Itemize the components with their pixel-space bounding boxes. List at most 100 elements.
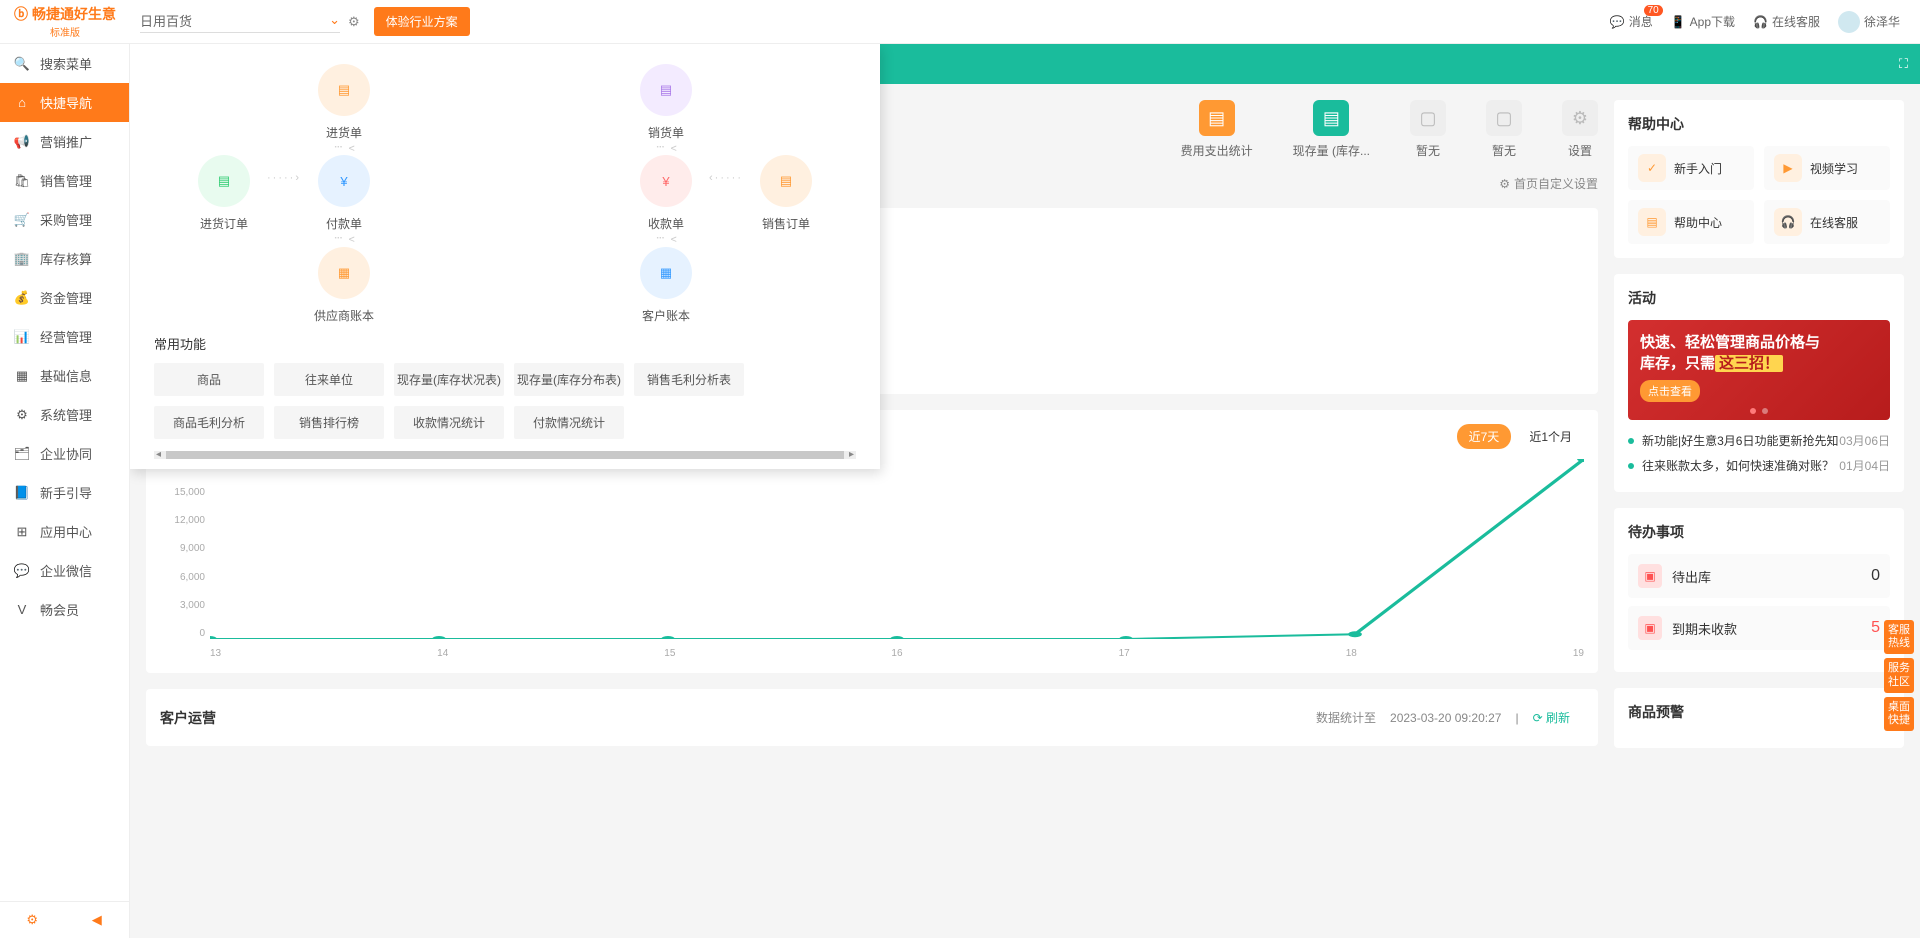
topicon-expense[interactable]: ▤费用支出统计 xyxy=(1181,100,1253,159)
float-shortcut-button[interactable]: 桌面快捷 xyxy=(1884,697,1914,731)
refresh-icon: ⟳ xyxy=(1533,711,1543,725)
guide-icon: 📘 xyxy=(14,485,30,501)
sales-icon: 🛍 xyxy=(14,173,30,189)
common-fn-4[interactable]: 销售毛利分析表 xyxy=(634,363,744,396)
sidebar-item-collab[interactable]: 🗂企业协同 xyxy=(0,434,129,473)
topicon-settings[interactable]: ⚙设置 xyxy=(1562,100,1598,159)
todo-item-0[interactable]: ▣待出库0 xyxy=(1628,554,1890,598)
refresh-button[interactable]: ⟳ 刷新 xyxy=(1533,709,1570,726)
gear-icon: ⚙ xyxy=(26,912,38,927)
arrow-down-icon: ⁝˅ xyxy=(332,232,357,246)
fullscreen-icon[interactable]: ⛶ xyxy=(1899,56,1908,72)
try-industry-button[interactable]: 体验行业方案 xyxy=(374,7,470,36)
user-menu[interactable]: 徐泽华 xyxy=(1838,11,1900,33)
topbar: ⓑ畅捷通好生意 标准版 日用百货 ⌄ ⚙ 体验行业方案 💬消息 70 📱App下… xyxy=(0,0,1920,44)
gear-icon[interactable]: ⚙ xyxy=(348,14,360,30)
doc-icon: ▤ xyxy=(318,64,370,116)
flow-supplier-ledger[interactable]: ▦供应商账本 xyxy=(304,247,384,324)
bullet-icon xyxy=(1628,438,1634,444)
common-fn-6[interactable]: 销售排行榜 xyxy=(274,406,384,439)
chart-tab-1m[interactable]: 近1个月 xyxy=(1517,424,1584,449)
help-item-1[interactable]: ▶视频学习 xyxy=(1764,146,1890,190)
arrow-down-icon: ⁝˅ xyxy=(332,141,357,155)
common-fn-1[interactable]: 往来单位 xyxy=(274,363,384,396)
money-icon: ¥ xyxy=(318,155,370,207)
sidebar-item-operation[interactable]: 📊经营管理 xyxy=(0,317,129,356)
topicon-empty1[interactable]: ▢暂无 xyxy=(1410,100,1446,159)
sidebar-item-quicknav[interactable]: ⌂快捷导航 xyxy=(0,83,129,122)
member-icon: V xyxy=(14,602,30,618)
sidebar-item-basic[interactable]: ▦基础信息 xyxy=(0,356,129,395)
help-item-0[interactable]: ✓新手入门 xyxy=(1628,146,1754,190)
expense-icon: ▤ xyxy=(1199,100,1235,136)
sidebar-item-sales[interactable]: 🛍销售管理 xyxy=(0,161,129,200)
logo: ⓑ畅捷通好生意 标准版 xyxy=(0,4,130,39)
flow-sales-order[interactable]: ▤销售订单 xyxy=(746,155,826,232)
topicon-stock[interactable]: ▤现存量 (库存... xyxy=(1293,100,1370,159)
common-fn-8[interactable]: 付款情况统计 xyxy=(514,406,624,439)
help-icon: ▤ xyxy=(1638,208,1666,236)
sidebar-item-funds[interactable]: 💰资金管理 xyxy=(0,278,129,317)
sidebar-collapse-button[interactable]: ◀ xyxy=(65,902,130,938)
common-fn-3[interactable]: 现存量(库存分布表) xyxy=(514,363,624,396)
common-fn-0[interactable]: 商品 xyxy=(154,363,264,396)
todo-icon: ▣ xyxy=(1638,616,1662,640)
promo-cta-button[interactable]: 点击查看 xyxy=(1640,380,1700,402)
help-item-2[interactable]: ▤帮助中心 xyxy=(1628,200,1754,244)
online-service-button[interactable]: 🎧在线客服 xyxy=(1753,13,1820,30)
sidebar: 🔍搜索菜单⌂快捷导航📢营销推广🛍销售管理🛒采购管理🏢库存核算💰资金管理📊经营管理… xyxy=(0,44,130,938)
common-fn-2[interactable]: 现存量(库存状况表) xyxy=(394,363,504,396)
customize-homepage-link[interactable]: ⚙首页自定义设置 xyxy=(1499,175,1598,192)
common-functions-title: 常用功能 xyxy=(154,334,856,353)
news-item-0[interactable]: 新功能|好生意3月6日功能更新抢先知03月06日 xyxy=(1628,428,1890,453)
sidebar-item-system[interactable]: ⚙系统管理 xyxy=(0,395,129,434)
help-icon: ▶ xyxy=(1774,154,1802,182)
x-axis-ticks: 13141516171819 xyxy=(210,648,1584,659)
scroll-right-icon[interactable]: ▸ xyxy=(849,449,854,460)
sidebar-item-wecom[interactable]: 💬企业微信 xyxy=(0,551,129,590)
flow-payment-bill[interactable]: ¥付款单 xyxy=(304,155,384,232)
todo-card: 待办事项 ▣待出库0▣到期未收款5 xyxy=(1614,508,1904,672)
product-alert-card: 商品预警 xyxy=(1614,688,1904,748)
flow-purchase-order[interactable]: ▤进货订单 xyxy=(184,155,264,232)
todo-item-1[interactable]: ▣到期未收款5 xyxy=(1628,606,1890,650)
help-center-card: 帮助中心 ✓新手入门▶视频学习▤帮助中心🎧在线客服 xyxy=(1614,100,1904,258)
float-community-button[interactable]: 服务社区 xyxy=(1884,658,1914,692)
app-download-button[interactable]: 📱App下载 xyxy=(1671,13,1735,30)
flow-customer-ledger[interactable]: ▦客户账本 xyxy=(626,247,706,324)
inventory-icon: 🏢 xyxy=(14,251,30,267)
category-select[interactable]: 日用百货 ⌄ xyxy=(140,11,340,33)
topicon-empty2[interactable]: ▢暂无 xyxy=(1486,100,1522,159)
sidebar-item-search[interactable]: 🔍搜索菜单 xyxy=(0,44,129,83)
chevron-down-icon: ⌄ xyxy=(329,12,340,28)
sidebar-item-inventory[interactable]: 🏢库存核算 xyxy=(0,239,129,278)
news-item-1[interactable]: 往来账款太多，如何快速准确对账？01月04日 xyxy=(1628,453,1890,478)
arrow-right-icon: ·····› xyxy=(264,172,304,184)
common-fn-5[interactable]: 商品毛利分析 xyxy=(154,406,264,439)
todo-icon: ▣ xyxy=(1638,564,1662,588)
common-fn-7[interactable]: 收款情况统计 xyxy=(394,406,504,439)
arrow-down-icon: ⁝˅ xyxy=(654,141,679,155)
sidebar-item-apps[interactable]: ⊞应用中心 xyxy=(0,512,129,551)
sidebar-item-marketing[interactable]: 📢营销推广 xyxy=(0,122,129,161)
doc-icon: ▤ xyxy=(760,155,812,207)
promo-banner[interactable]: 快速、轻松管理商品价格与 库存，只需这三招！ 点击查看 xyxy=(1628,320,1890,420)
operation-icon: 📊 xyxy=(14,329,30,345)
flow-receipt-bill[interactable]: ¥收款单 xyxy=(626,155,706,232)
carousel-dots[interactable] xyxy=(1750,408,1768,414)
float-hotline-button[interactable]: 客服热线 xyxy=(1884,620,1914,654)
flow-sales-bill[interactable]: ▤销货单 xyxy=(626,64,706,141)
sidebar-item-member[interactable]: V畅会员 xyxy=(0,590,129,629)
flyout-scrollbar[interactable]: ◂ ▸ xyxy=(154,451,856,459)
sidebar-item-purchase[interactable]: 🛒采购管理 xyxy=(0,200,129,239)
scroll-left-icon[interactable]: ◂ xyxy=(156,449,161,460)
settings-icon: ⚙ xyxy=(1562,100,1598,136)
chart-tab-7d[interactable]: 近7天 xyxy=(1457,424,1512,449)
sidebar-settings-button[interactable]: ⚙ xyxy=(0,902,65,938)
flow-purchase-bill[interactable]: ▤进货单 xyxy=(304,64,384,141)
help-icon: ✓ xyxy=(1638,154,1666,182)
logo-icon: ⓑ xyxy=(14,4,28,24)
sidebar-item-guide[interactable]: 📘新手引导 xyxy=(0,473,129,512)
help-item-3[interactable]: 🎧在线客服 xyxy=(1764,200,1890,244)
messages-button[interactable]: 💬消息 70 xyxy=(1610,13,1653,30)
